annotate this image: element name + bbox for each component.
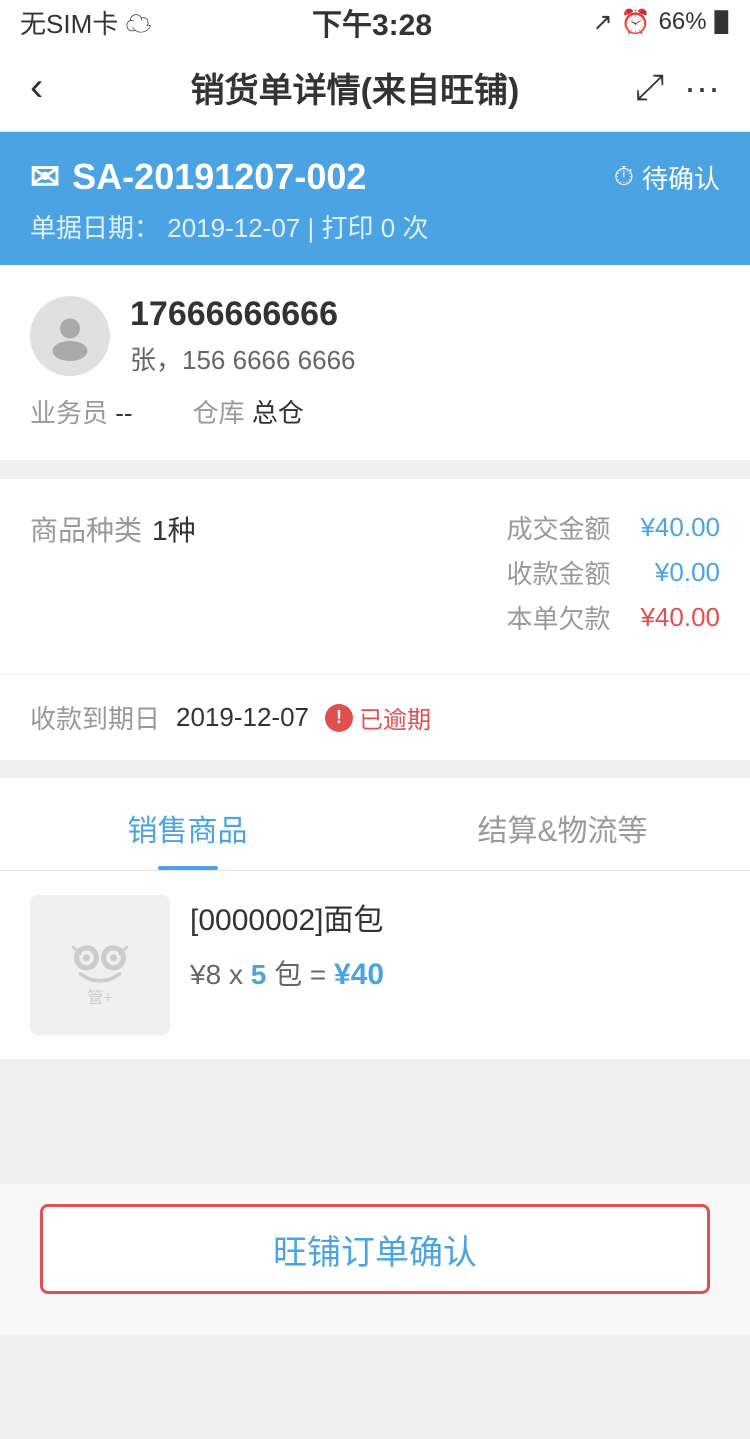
back-button[interactable]: ‹ <box>30 65 90 110</box>
alarm-icon: ⏰ <box>621 8 651 37</box>
sim-status: 无SIM卡 ☁ <box>20 4 151 41</box>
sales-item: 业务员 -- <box>30 393 133 430</box>
print-unit: 次 <box>402 213 428 243</box>
warehouse-value: 总仓 <box>252 398 304 428</box>
product-list: 管+ [0000002]面包 ¥8 x 5 包 = ¥40 <box>0 871 750 1059</box>
customer-name: 张，156 6666 6666 <box>130 340 720 377</box>
product-price: ¥8 x 5 包 = ¥40 <box>190 953 720 993</box>
debt-row: 本单欠款 ¥40.00 <box>506 599 720 636</box>
product-type-label: 商品种类 <box>30 509 142 549</box>
print-count: 0 <box>381 213 395 243</box>
status-bar: 无SIM卡 ☁ 下午3:28 ↗ ⏰ 66% ▉ <box>0 0 750 44</box>
product-info: [0000002]面包 ¥8 x 5 包 = ¥40 <box>190 895 720 993</box>
overdue-text: 已逾期 <box>359 700 431 735</box>
status-bar-right: ↗ ⏰ 66% ▉ <box>593 8 730 37</box>
order-date-value: 2019-12-07 <box>167 213 300 243</box>
status-text: 待确认 <box>642 159 720 196</box>
more-icon[interactable]: ··· <box>684 67 720 109</box>
order-id: ✉ SA-20191207-002 <box>30 156 366 198</box>
date-label: 单据日期： <box>30 213 160 243</box>
warehouse-label: 仓库 <box>193 398 245 428</box>
product-image: 管+ <box>30 895 170 1035</box>
overdue-badge: ! 已逾期 <box>325 700 431 735</box>
customer-section: 17666666666 张，156 6666 6666 业务员 -- 仓库 总仓 <box>0 265 750 461</box>
nav-bar: ‹ 销货单详情(来自旺铺) ⤢ ··· <box>0 44 750 132</box>
amount-label: 成交金额 <box>506 509 610 546</box>
product-name-text: 面包 <box>323 904 383 937</box>
confirm-order-button[interactable]: 旺铺订单确认 <box>40 1204 710 1294</box>
unit-price: ¥8 <box>190 959 221 990</box>
received-label: 收款金额 <box>506 554 610 591</box>
battery-status: 66% <box>659 8 707 36</box>
nav-right-actions: ⤢ ··· <box>620 66 720 109</box>
equals: = <box>310 959 334 990</box>
status-bar-left: 无SIM卡 ☁ <box>20 4 151 41</box>
product-code: [0000002] <box>190 904 323 937</box>
summary-row: 商品种类 1种 成交金额 ¥40.00 收款金额 ¥0.00 本单欠款 ¥40.… <box>30 509 720 644</box>
tab-sales-products[interactable]: 销售商品 <box>0 778 375 870</box>
due-section: 收款到期日 2019-12-07 ! 已逾期 <box>0 674 750 760</box>
svg-text:管+: 管+ <box>87 989 113 1007</box>
sales-value: -- <box>115 398 132 428</box>
due-label: 收款到期日 <box>30 699 160 736</box>
product-item: 管+ [0000002]面包 ¥8 x 5 包 = ¥40 <box>30 895 720 1035</box>
bottom-area: 旺铺订单确认 <box>0 1184 750 1334</box>
overdue-icon: ! <box>325 704 353 732</box>
customer-meta: 业务员 -- 仓库 总仓 <box>30 393 720 430</box>
share-icon[interactable]: ⤢ <box>635 66 664 109</box>
quantity: 5 <box>251 959 267 990</box>
customer-avatar <box>30 296 110 376</box>
order-icon: ✉ <box>30 156 60 198</box>
due-date-value: 2019-12-07 <box>176 702 309 733</box>
battery-icon: ▉ <box>715 10 730 35</box>
amount-row: 成交金额 ¥40.00 <box>506 509 720 546</box>
order-id-row: ✉ SA-20191207-002 ⏱ 待确认 <box>30 156 720 198</box>
customer-info: 17666666666 张，156 6666 6666 <box>130 295 720 377</box>
order-date-row: 单据日期： 2019-12-07 | 打印 0 次 <box>30 208 720 245</box>
product-name: [0000002]面包 <box>190 895 720 939</box>
location-icon: ↗ <box>593 8 613 37</box>
summary-section: 商品种类 1种 成交金额 ¥40.00 收款金额 ¥0.00 本单欠款 ¥40.… <box>0 479 750 674</box>
total-price: ¥40 <box>334 958 384 991</box>
due-row: 收款到期日 2019-12-07 ! 已逾期 <box>30 699 720 736</box>
customer-phone: 17666666666 <box>130 295 720 334</box>
order-id-text: SA-20191207-002 <box>72 156 366 198</box>
product-type-value: 1种 <box>152 509 196 549</box>
unit: 包 <box>274 959 302 990</box>
tabs-section: 销售商品 结算&物流等 管+ <box>0 760 750 1059</box>
warehouse-item: 仓库 总仓 <box>193 393 304 430</box>
product-type-item: 商品种类 1种 <box>30 509 196 549</box>
price-multiply: x <box>229 959 251 990</box>
order-status: ⏱ 待确认 <box>614 159 720 196</box>
page-title: 销货单详情(来自旺铺) <box>90 63 620 112</box>
customer-row: 17666666666 张，156 6666 6666 <box>30 295 720 377</box>
summary-left: 商品种类 1种 <box>30 509 196 549</box>
sales-label: 业务员 <box>30 398 108 428</box>
order-header: ✉ SA-20191207-002 ⏱ 待确认 单据日期： 2019-12-07… <box>0 132 750 265</box>
divider-1 <box>0 461 750 479</box>
summary-right: 成交金额 ¥40.00 收款金额 ¥0.00 本单欠款 ¥40.00 <box>506 509 720 644</box>
status-clock-icon: ⏱ <box>614 161 634 193</box>
tabs-header: 销售商品 结算&物流等 <box>0 778 750 871</box>
amount-value: ¥40.00 <box>640 512 720 543</box>
received-row: 收款金额 ¥0.00 <box>506 554 720 591</box>
print-label: | 打印 <box>307 213 373 243</box>
debt-label: 本单欠款 <box>506 599 610 636</box>
received-value: ¥0.00 <box>655 557 720 588</box>
debt-value: ¥40.00 <box>640 602 720 633</box>
tab-settlement[interactable]: 结算&物流等 <box>375 778 750 870</box>
status-bar-time: 下午3:28 <box>312 0 432 44</box>
